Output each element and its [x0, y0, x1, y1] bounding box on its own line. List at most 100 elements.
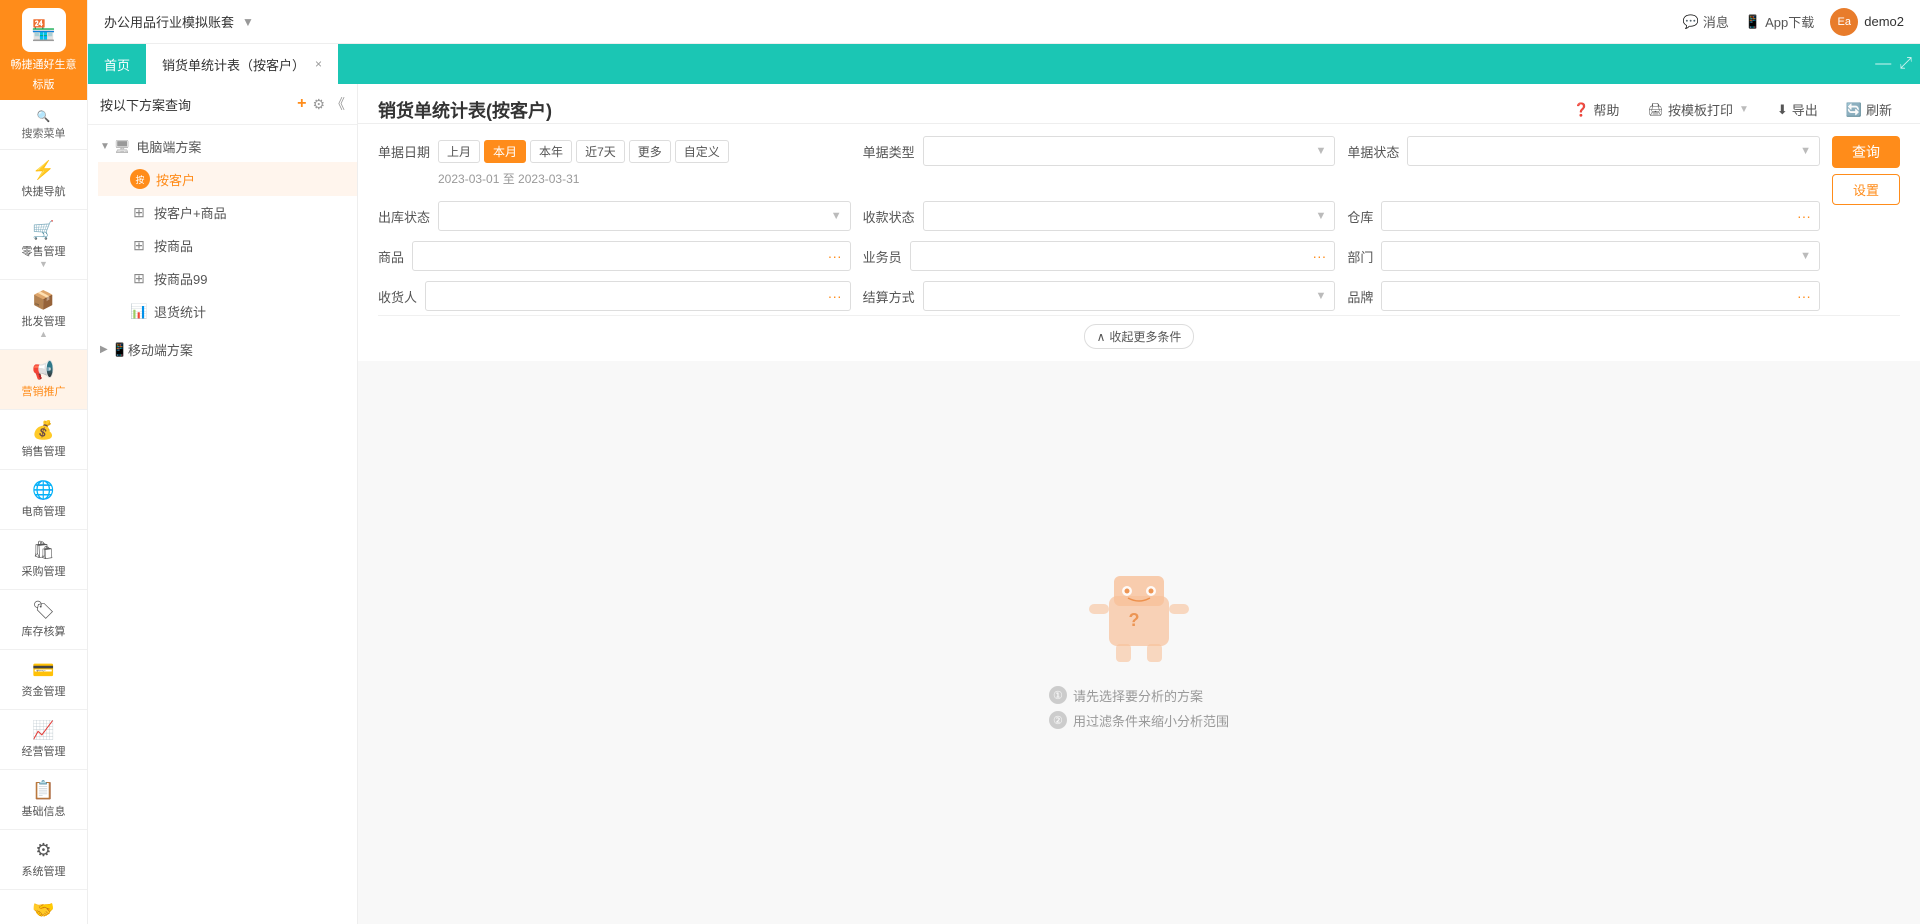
export-btn[interactable]: ⬇ 导出 — [1769, 96, 1826, 123]
user-area[interactable]: Ea demo2 — [1830, 8, 1904, 36]
sidebar-search[interactable]: 🔍 搜索菜单 — [0, 100, 87, 150]
add-scheme-btn[interactable]: + — [297, 95, 306, 113]
status-label: 单据状态 — [1347, 142, 1399, 161]
tab-active-label: 销货单统计表（按客户） — [162, 55, 305, 74]
sidebar-logo[interactable]: 🏪 畅捷通好生意 标版 — [0, 0, 87, 100]
receive-status-select[interactable]: ▼ — [923, 201, 1336, 231]
sidebar-item-ecommerce[interactable]: 🌐 电商管理 — [0, 470, 87, 530]
collapse-btn[interactable]: ∧ 收起更多条件 — [1084, 324, 1195, 349]
date-btn-this-year[interactable]: 本年 — [530, 140, 572, 163]
sidebar-item-wholesale[interactable]: 📦 批发管理 ▲ — [0, 280, 87, 350]
tree-root-desktop[interactable]: ▼ 🖥 电脑端方案 — [88, 131, 357, 162]
print-icon: 🖨 — [1647, 102, 1664, 118]
logo-subtext: 标版 — [33, 76, 55, 92]
settings-btn[interactable]: 设置 — [1832, 174, 1900, 205]
top-header: 办公用品行业模拟账套 ▼ 💬 消息 📱 App下载 Ea demo2 — [88, 0, 1920, 44]
receiver-label: 收货人 — [378, 287, 417, 306]
sidebar-item-finance[interactable]: 💳 资金管理 — [0, 650, 87, 710]
app-download-btn[interactable]: 📱 App下载 — [1745, 12, 1814, 31]
filter-cell-status: 单据状态 ▼ — [1347, 136, 1820, 166]
sidebar-item-basic[interactable]: 📋 基础信息 — [0, 770, 87, 830]
collapse-panel-btn[interactable]: 《 — [331, 94, 345, 114]
out-status-select[interactable]: ▼ — [438, 201, 851, 231]
left-panel-title: 按以下方案查询 — [100, 95, 191, 114]
download-icon: 📱 — [1745, 14, 1761, 30]
salesperson-select[interactable]: ··· — [910, 241, 1336, 271]
date-btn-last-month[interactable]: 上月 — [438, 140, 480, 163]
receiver-ellipsis[interactable]: ··· — [828, 288, 842, 304]
dept-select[interactable]: ▼ — [1381, 241, 1820, 271]
tree-item-by-customer[interactable]: 按 按客户 — [98, 162, 357, 196]
by-customer-icon: 按 — [130, 169, 150, 189]
query-btn[interactable]: 查询 — [1832, 136, 1900, 168]
help-btn[interactable]: ❓ 帮助 — [1565, 96, 1627, 123]
tab-close-btn[interactable]: × — [315, 57, 322, 71]
goods-ellipsis[interactable]: ··· — [828, 248, 842, 264]
payment-select[interactable]: ▼ — [923, 281, 1336, 311]
tab-sales-stats[interactable]: 销货单统计表（按客户） × — [146, 44, 338, 84]
receiver-select[interactable]: ··· — [425, 281, 851, 311]
print-arrow-icon: ▼ — [1739, 104, 1749, 115]
export-icon: ⬇ — [1777, 102, 1788, 118]
logo-icon: 🏪 — [22, 8, 66, 52]
print-btn[interactable]: 🖨 按模板打印 ▼ — [1639, 96, 1756, 123]
tree-root-mobile[interactable]: ▶ 📱 移动端方案 — [88, 334, 357, 365]
filter-cell-brand: 品牌 ··· — [1347, 281, 1820, 311]
tree-item-by-goods99[interactable]: ⊞ 按商品99 — [98, 262, 357, 295]
date-btn-more[interactable]: 更多 — [629, 140, 671, 163]
sidebar-item-inventory[interactable]: 🏷 库存核算 — [0, 590, 87, 650]
by-goods-icon: ⊞ — [130, 237, 148, 255]
window-max-btn[interactable]: ⤢ — [1899, 55, 1912, 73]
warehouse-label: 仓库 — [1347, 207, 1373, 226]
tree-item-by-goods[interactable]: ⊞ 按商品 — [98, 229, 357, 262]
sidebar-item-shortcuts[interactable]: ⚡ 快捷导航 — [0, 150, 87, 210]
settings-scheme-btn[interactable]: ⚙ — [312, 96, 325, 113]
brand-ellipsis[interactable]: ··· — [1797, 288, 1811, 304]
breadcrumb-dropdown-icon[interactable]: ▼ — [242, 15, 254, 29]
tree-item-return-stats[interactable]: 📊 退货统计 — [98, 295, 357, 328]
date-btn-this-month[interactable]: 本月 — [484, 140, 526, 163]
status-select[interactable]: ▼ — [1407, 136, 1820, 166]
empty-hint-1: ① 请先选择要分析的方案 — [1049, 686, 1229, 705]
refresh-btn[interactable]: 🔄 刷新 — [1838, 96, 1900, 123]
sidebar-item-marketing[interactable]: 📢 营销推广 — [0, 350, 87, 410]
empty-state: ? ① 请先选择要分析的方案 ② 用过滤条件来缩小分析范围 — [358, 361, 1920, 924]
warehouse-select[interactable]: ··· — [1381, 201, 1820, 231]
hint1-text: 请先选择要分析的方案 — [1073, 686, 1203, 705]
help-label: 帮助 — [1593, 100, 1619, 119]
sidebar-item-retail[interactable]: 🛒 零售管理 ▼ — [0, 210, 87, 280]
receive-status-arrow-icon: ▼ — [1315, 210, 1326, 222]
avatar: Ea — [1830, 8, 1858, 36]
sidebar-item-system[interactable]: ⚙ 系统管理 — [0, 830, 87, 890]
user-name: demo2 — [1864, 14, 1904, 29]
salesperson-ellipsis[interactable]: ··· — [1312, 248, 1326, 264]
goods-select[interactable]: ··· — [412, 241, 851, 271]
brand-label: 品牌 — [1347, 287, 1373, 306]
tree-item-customer-goods[interactable]: ⊞ 按客户+商品 — [98, 196, 357, 229]
collapse-up-icon: ∧ — [1097, 330, 1106, 344]
date-btn-7days[interactable]: 近7天 — [576, 140, 625, 163]
type-select[interactable]: ▼ — [923, 136, 1336, 166]
page-header-actions: ❓ 帮助 🖨 按模板打印 ▼ ⬇ 导出 🔄 — [1565, 96, 1900, 123]
sidebar-item-operations[interactable]: 📈 经营管理 — [0, 710, 87, 770]
goods-label: 商品 — [378, 247, 404, 266]
page-title: 销货单统计表(按客户) — [378, 97, 552, 123]
sidebar-item-sales[interactable]: 💰 销售管理 — [0, 410, 87, 470]
inventory-icon: 🏷 — [32, 600, 55, 621]
date-btn-custom[interactable]: 自定义 — [675, 140, 729, 163]
filter-cell-receive-status: 收款状态 ▼ — [863, 201, 1336, 231]
basic-icon: 📋 — [32, 780, 54, 801]
brand-select[interactable]: ··· — [1381, 281, 1820, 311]
out-status-arrow-icon: ▼ — [831, 210, 842, 222]
sidebar-item-enterprise[interactable]: 🤝 企业协同 — [0, 890, 87, 924]
status-arrow-icon: ▼ — [1800, 145, 1811, 157]
tab-home[interactable]: 首页 — [88, 44, 146, 84]
message-btn[interactable]: 💬 消息 — [1683, 12, 1729, 31]
window-min-btn[interactable]: — — [1875, 55, 1891, 73]
warehouse-ellipsis[interactable]: ··· — [1797, 208, 1811, 224]
sidebar-item-purchase[interactable]: 🛍 采购管理 — [0, 530, 87, 590]
empty-hint-2: ② 用过滤条件来缩小分析范围 — [1049, 711, 1229, 730]
right-panel: 销货单统计表(按客户) ❓ 帮助 🖨 按模板打印 ▼ ⬇ — [358, 84, 1920, 924]
system-icon: ⚙ — [35, 840, 51, 861]
by-goods-label: 按商品 — [154, 236, 193, 255]
